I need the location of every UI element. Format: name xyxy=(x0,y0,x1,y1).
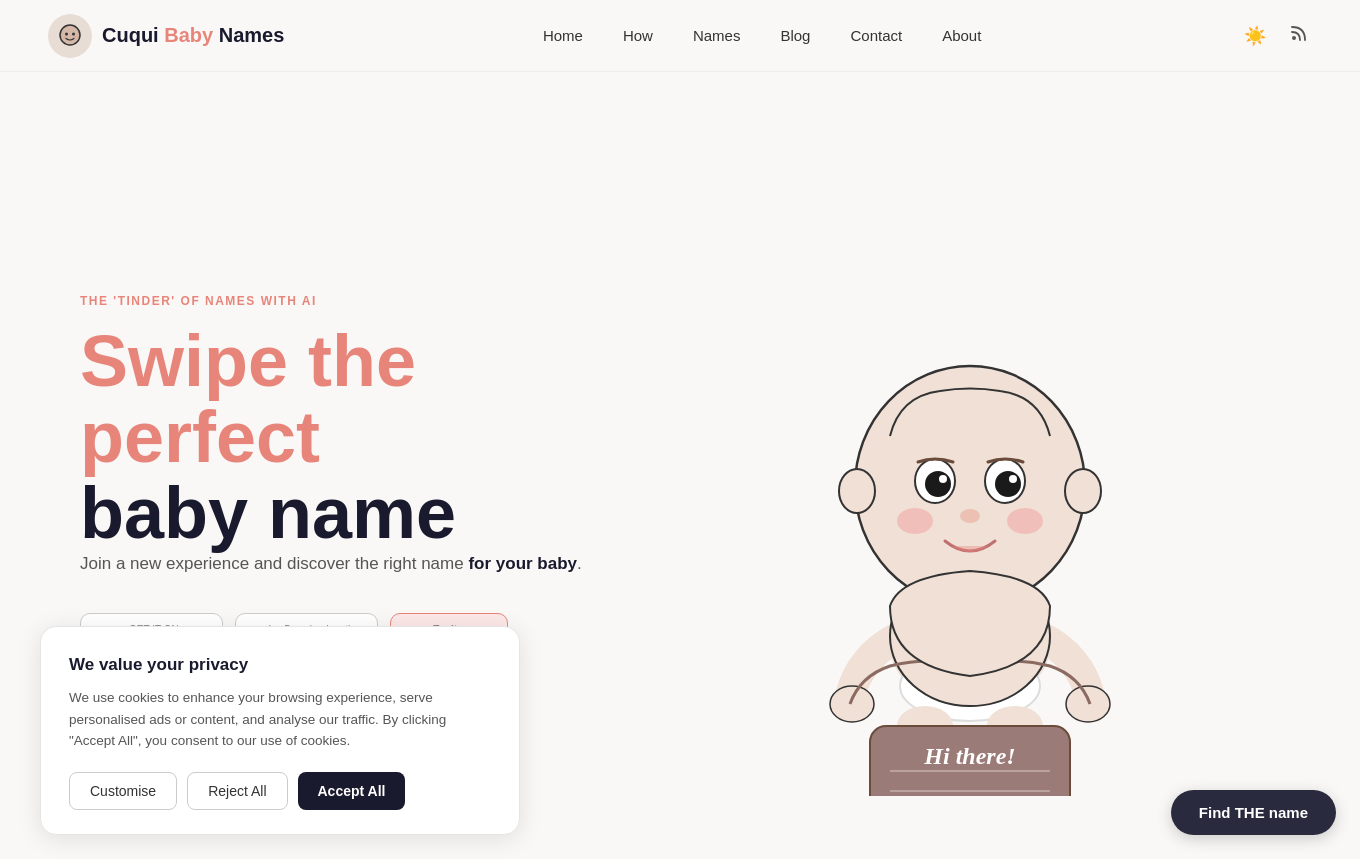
nav-actions: ☀️ xyxy=(1240,20,1312,51)
svg-point-25 xyxy=(839,469,875,513)
nav-home[interactable]: Home xyxy=(543,27,583,44)
logo-icon xyxy=(48,14,92,58)
svg-point-19 xyxy=(995,471,1021,497)
find-name-button[interactable]: Find THE name xyxy=(1171,790,1336,835)
svg-point-23 xyxy=(897,508,933,534)
theme-toggle-button[interactable]: ☀️ xyxy=(1240,21,1270,51)
rss-icon xyxy=(1290,26,1308,46)
svg-point-20 xyxy=(939,475,947,483)
svg-point-24 xyxy=(1007,508,1043,534)
svg-point-2 xyxy=(72,32,75,35)
svg-rect-33 xyxy=(950,586,990,616)
svg-point-5 xyxy=(1292,36,1296,40)
svg-point-12 xyxy=(830,686,874,722)
hero-subtitle: Join a new experience and discover the r… xyxy=(80,551,620,577)
baby-image: Hi there! xyxy=(760,216,1180,796)
cookie-text: We use cookies to enhance your browsing … xyxy=(69,687,491,752)
logo-text: Cuqui Baby Names xyxy=(102,24,284,47)
nav-blog[interactable]: Blog xyxy=(780,27,810,44)
cookie-banner: We value your privacy We use cookies to … xyxy=(40,626,520,835)
nav-links: Home How Names Blog Contact About xyxy=(543,27,981,45)
rss-button[interactable] xyxy=(1286,20,1312,51)
accept-all-button[interactable]: Accept All xyxy=(298,772,406,810)
svg-point-1 xyxy=(65,32,68,35)
svg-point-4 xyxy=(74,36,77,38)
hero-illustration: Hi there! xyxy=(660,196,1280,796)
customise-button[interactable]: Customise xyxy=(69,772,177,810)
nav-how[interactable]: How xyxy=(623,27,653,44)
cookie-actions: Customise Reject All Accept All xyxy=(69,772,491,810)
svg-point-13 xyxy=(1066,686,1110,722)
nav-about[interactable]: About xyxy=(942,27,981,44)
hero-title: Swipe the perfect baby name xyxy=(80,324,620,551)
svg-text:Hi there!: Hi there! xyxy=(923,743,1015,769)
svg-point-26 xyxy=(1065,469,1101,513)
reject-all-button[interactable]: Reject All xyxy=(187,772,287,810)
svg-point-0 xyxy=(60,25,80,45)
cookie-title: We value your privacy xyxy=(69,655,491,675)
svg-point-18 xyxy=(925,471,951,497)
svg-point-22 xyxy=(960,509,980,523)
navbar: Cuqui Baby Names Home How Names Blog Con… xyxy=(0,0,1360,72)
nav-logo[interactable]: Cuqui Baby Names xyxy=(48,14,284,58)
hero-tag: THE 'TINDER' OF NAMES WITH AI xyxy=(80,294,620,308)
sun-icon: ☀️ xyxy=(1244,26,1266,46)
nav-contact[interactable]: Contact xyxy=(850,27,902,44)
nav-names[interactable]: Names xyxy=(693,27,741,44)
svg-point-21 xyxy=(1009,475,1017,483)
svg-point-3 xyxy=(64,36,67,38)
